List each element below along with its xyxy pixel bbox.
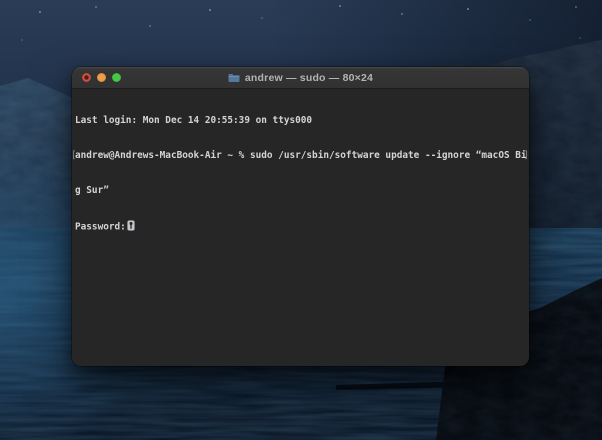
close-button[interactable] (82, 73, 91, 82)
prompt-mark-close: ] (523, 150, 529, 162)
desktop: andrew — sudo — 80×24 Last login: Mon De… (0, 0, 602, 440)
terminal-line-command: [andrew@Andrews-MacBook-Air ~ % sudo /us… (75, 150, 526, 162)
window-titlebar[interactable]: andrew — sudo — 80×24 (72, 67, 529, 89)
command-wrap-text: g Sur” (75, 185, 109, 196)
terminal-line-last-login: Last login: Mon Dec 14 20:55:39 on ttys0… (75, 115, 526, 127)
last-login-text: Last login: Mon Dec 14 20:55:39 on ttys0… (75, 115, 312, 126)
window-controls (82, 67, 121, 88)
minimize-button[interactable] (97, 73, 106, 82)
folder-icon (228, 73, 240, 83)
terminal-window: andrew — sudo — 80×24 Last login: Mon De… (72, 67, 529, 366)
zoom-button[interactable] (112, 73, 121, 82)
terminal-content[interactable]: Last login: Mon Dec 14 20:55:39 on ttys0… (72, 89, 529, 366)
password-prompt-text: Password: (75, 221, 126, 232)
key-icon (127, 220, 135, 235)
prompt-mark-open: [ (71, 150, 77, 162)
terminal-line-password[interactable]: Password: (75, 220, 526, 235)
terminal-line-command-wrap: g Sur” (75, 185, 526, 197)
window-title-group: andrew — sudo — 80×24 (72, 67, 529, 88)
command-text: andrew@Andrews-MacBook-Air ~ % sudo /usr… (75, 150, 527, 161)
window-title: andrew — sudo — 80×24 (245, 72, 373, 84)
